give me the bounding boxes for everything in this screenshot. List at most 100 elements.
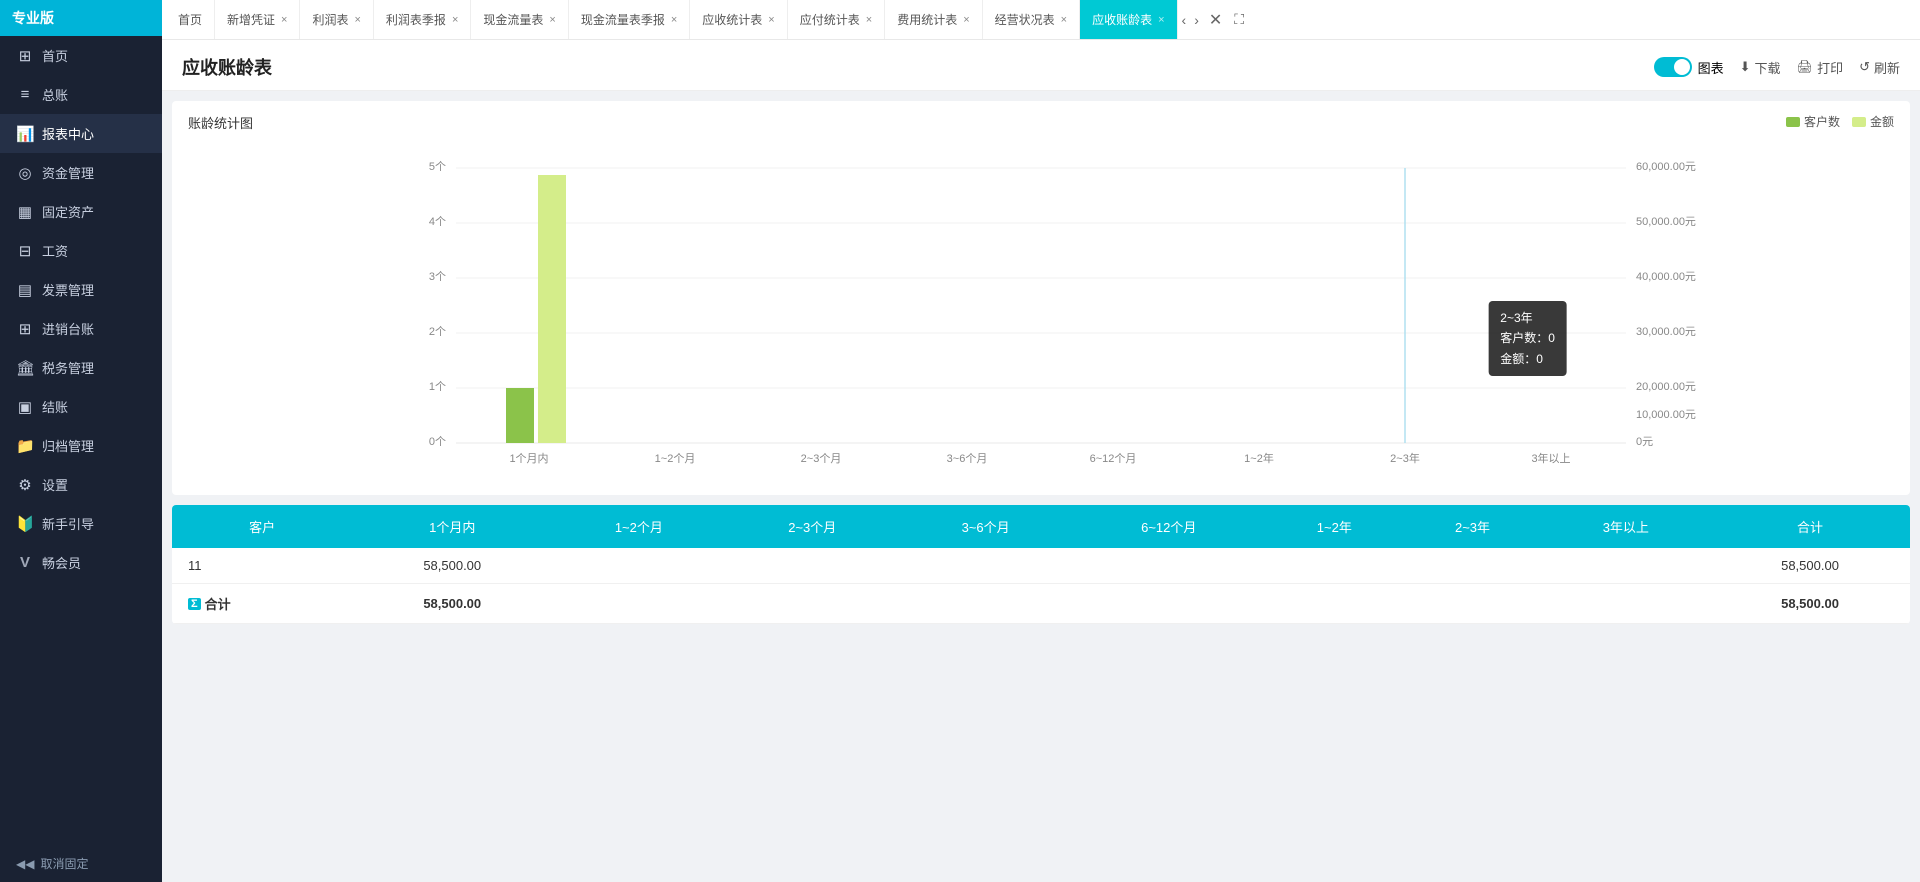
guide-icon: 🔰 <box>16 515 34 533</box>
cell-m1-2 <box>552 548 725 584</box>
total-m6-12 <box>1072 584 1265 624</box>
sidebar-pin-toggle[interactable]: ◀◀ 取消固定 <box>0 845 162 882</box>
print-button[interactable]: 🖨 打印 <box>1797 58 1844 77</box>
sidebar-item-closing[interactable]: ▣ 结账 <box>0 387 162 426</box>
tab-ap-stats-close[interactable]: × <box>866 14 872 26</box>
sidebar-item-settings[interactable]: ⚙ 设置 <box>0 465 162 504</box>
chart-toggle[interactable] <box>1654 57 1692 77</box>
tab-cashflow-quarter-close[interactable]: × <box>671 14 677 26</box>
data-table: 客户 1个月内 1~2个月 2~3个月 3~6个月 6~12个月 1~2年 2~… <box>172 505 1910 624</box>
total-m1-2 <box>552 584 725 624</box>
sidebar-item-invoice[interactable]: ▤ 发票管理 <box>0 270 162 309</box>
cell-total: 58,500.00 <box>1710 548 1910 584</box>
col-m2-3: 2~3个月 <box>726 505 899 548</box>
refresh-button[interactable]: ↺ 刷新 <box>1859 58 1900 77</box>
ledger-icon: ≡ <box>16 86 34 103</box>
sidebar-item-label: 总账 <box>42 85 68 104</box>
page-content: 应收账龄表 图表 ⬇ 下载 🖨 打印 ↺ 刷新 <box>162 40 1920 882</box>
tab-voucher-label: 新增凭证 <box>227 11 275 28</box>
svg-text:1个: 1个 <box>429 380 446 393</box>
pin-icon: ◀◀ <box>16 857 34 871</box>
svg-text:2个: 2个 <box>429 325 446 338</box>
tab-profit-quarter-close[interactable]: × <box>452 14 458 26</box>
sidebar-item-label: 资金管理 <box>42 163 94 182</box>
tab-profit[interactable]: 利润表 × <box>300 0 373 40</box>
tab-ar-stats[interactable]: 应收统计表 × <box>690 0 787 40</box>
tab-expense-label: 费用统计表 <box>897 11 957 28</box>
sidebar-item-vip[interactable]: V 畅会员 <box>0 543 162 582</box>
tab-expand-button[interactable]: ⛶ <box>1228 0 1250 40</box>
col-y1-2: 1~2年 <box>1265 505 1403 548</box>
sidebar-item-salary[interactable]: ⊟ 工资 <box>0 231 162 270</box>
sidebar-item-reports[interactable]: 📊 报表中心 <box>0 114 162 153</box>
tooltip-customers: 客户数：0 <box>1500 328 1555 348</box>
chart-title: 账龄统计图 <box>188 113 1894 132</box>
sidebar-item-archive[interactable]: 📁 归档管理 <box>0 426 162 465</box>
table-area: 客户 1个月内 1~2个月 2~3个月 3~6个月 6~12个月 1~2年 2~… <box>172 505 1910 624</box>
tab-profit-quarter[interactable]: 利润表季报 × <box>374 0 471 40</box>
sidebar-item-tax[interactable]: 🏛 税务管理 <box>0 348 162 387</box>
chart-tooltip: 2~3年 客户数：0 金额：0 <box>1488 301 1567 376</box>
table-header-row: 客户 1个月内 1~2个月 2~3个月 3~6个月 6~12个月 1~2年 2~… <box>172 505 1910 548</box>
tooltip-amount-label: 金额 <box>1500 352 1524 366</box>
download-button[interactable]: ⬇ 下载 <box>1740 58 1781 77</box>
sidebar-item-label: 设置 <box>42 475 68 494</box>
sidebar-item-home[interactable]: ⊞ 首页 <box>0 36 162 75</box>
sidebar-item-inventory[interactable]: ⊞ 进销台账 <box>0 309 162 348</box>
legend-customers-box <box>1786 117 1800 127</box>
cell-m6-12 <box>1072 548 1265 584</box>
col-y2-3: 2~3年 <box>1403 505 1541 548</box>
page-actions: 图表 ⬇ 下载 🖨 打印 ↺ 刷新 <box>1654 57 1900 77</box>
sidebar-item-ledger[interactable]: ≡ 总账 <box>0 75 162 114</box>
table-total-row: Σ 合计 58,500.00 58,500.00 <box>172 584 1910 624</box>
sidebar-item-assets[interactable]: ▦ 固定资产 <box>0 192 162 231</box>
tab-prev-button[interactable]: ‹ <box>1178 0 1191 40</box>
sidebar-item-label: 发票管理 <box>42 280 94 299</box>
tab-ar-aging-close[interactable]: × <box>1158 14 1164 26</box>
svg-text:3~6个月: 3~6个月 <box>947 452 988 465</box>
tab-ar-stats-close[interactable]: × <box>768 14 774 26</box>
tab-voucher[interactable]: 新增凭证 × <box>215 0 300 40</box>
sidebar-item-label: 固定资产 <box>42 202 94 221</box>
svg-text:4个: 4个 <box>429 215 446 228</box>
sidebar-item-funds[interactable]: ◎ 资金管理 <box>0 153 162 192</box>
tab-close-all-button[interactable]: ✕ <box>1203 0 1228 40</box>
sidebar-item-guide[interactable]: 🔰 新手引导 <box>0 504 162 543</box>
settings-icon: ⚙ <box>16 476 34 494</box>
tab-voucher-close[interactable]: × <box>281 14 287 26</box>
print-icon: 🖨 <box>1797 59 1814 75</box>
page-header: 应收账龄表 图表 ⬇ 下载 🖨 打印 ↺ 刷新 <box>162 40 1920 91</box>
tooltip-amount: 金额：0 <box>1500 349 1555 369</box>
svg-text:6~12个月: 6~12个月 <box>1090 452 1137 465</box>
tab-ar-aging[interactable]: 应收账龄表 × <box>1080 0 1177 40</box>
tab-cashflow-close[interactable]: × <box>549 14 555 26</box>
svg-text:30,000.00元: 30,000.00元 <box>1636 326 1696 338</box>
tab-next-button[interactable]: › <box>1190 0 1203 40</box>
tooltip-customers-value: 0 <box>1548 331 1555 345</box>
assets-icon: ▦ <box>16 203 34 221</box>
tab-cashflow-quarter[interactable]: 现金流量表季报 × <box>569 0 690 40</box>
tab-expense-close[interactable]: × <box>963 14 969 26</box>
bar-customers-0 <box>506 388 534 443</box>
legend-customers: 客户数 <box>1786 113 1840 130</box>
total-m3-6 <box>899 584 1072 624</box>
tooltip-customers-label: 客户数 <box>1500 331 1536 345</box>
tab-expense[interactable]: 费用统计表 × <box>885 0 982 40</box>
cell-m2-3 <box>726 548 899 584</box>
invoice-icon: ▤ <box>16 281 34 299</box>
tab-ap-stats[interactable]: 应付统计表 × <box>788 0 885 40</box>
sidebar: 专业版 ⊞ 首页 ≡ 总账 📊 报表中心 ◎ 资金管理 ▦ 固定资产 ⊟ 工资 … <box>0 0 162 882</box>
pin-label: 取消固定 <box>40 855 88 872</box>
sidebar-item-label: 归档管理 <box>42 436 94 455</box>
tab-profit-quarter-label: 利润表季报 <box>386 11 446 28</box>
col-m6-12: 6~12个月 <box>1072 505 1265 548</box>
tab-cashflow[interactable]: 现金流量表 × <box>471 0 568 40</box>
svg-text:2~3个月: 2~3个月 <box>801 452 842 465</box>
tab-cashflow-label: 现金流量表 <box>483 11 543 28</box>
cell-y3plus <box>1542 548 1710 584</box>
archive-icon: 📁 <box>16 437 34 455</box>
tab-biz-status[interactable]: 经营状况表 × <box>983 0 1080 40</box>
tab-profit-close[interactable]: × <box>354 14 360 26</box>
tab-home[interactable]: 首页 <box>166 0 215 40</box>
tab-biz-status-close[interactable]: × <box>1061 14 1067 26</box>
